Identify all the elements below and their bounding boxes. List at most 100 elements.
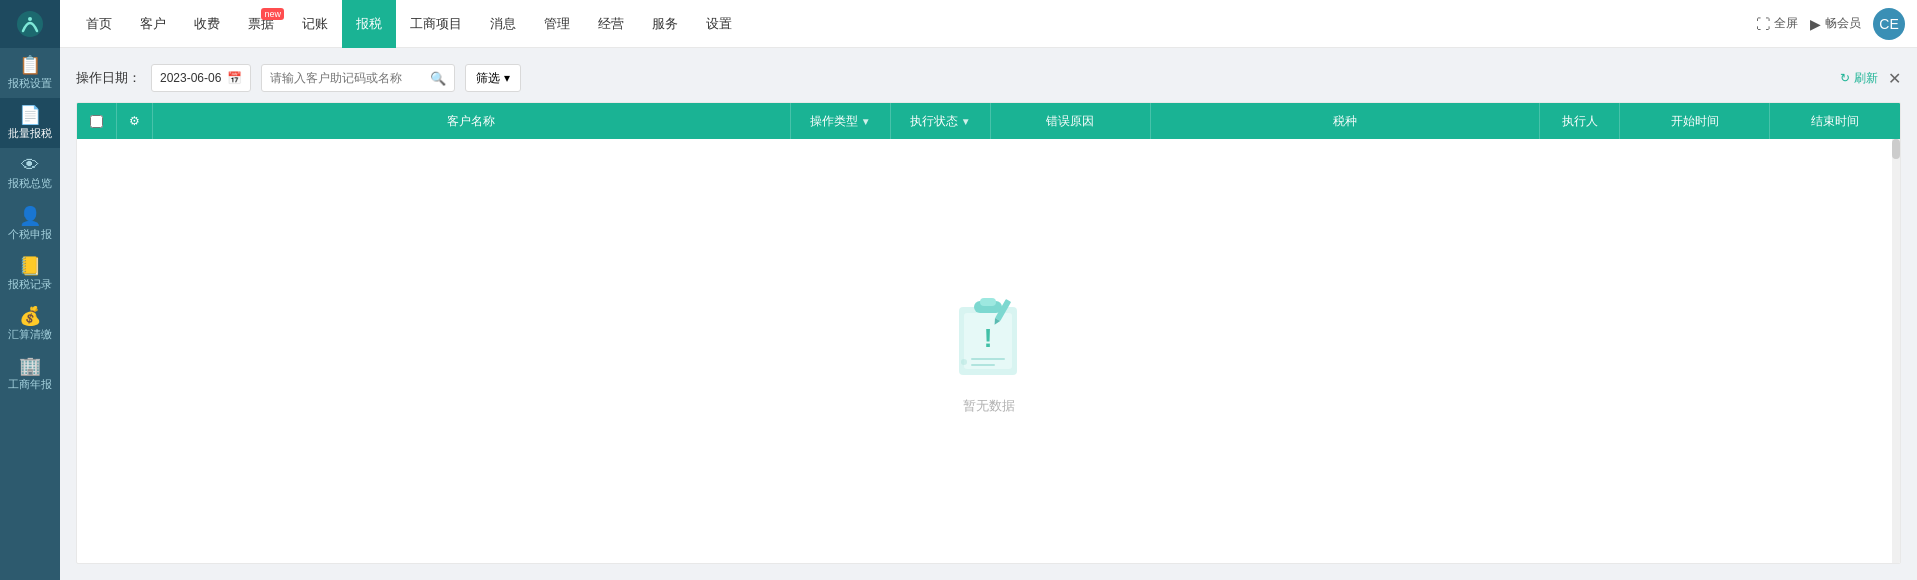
sidebar-item-baoshuizonglan[interactable]: 👁 报税总览: [0, 148, 60, 198]
scroll-bar[interactable]: [1892, 139, 1900, 563]
th-optype-label: 操作类型: [810, 113, 858, 130]
gear-icon: ⚙: [129, 114, 140, 128]
baoshuijilu-icon: 📒: [19, 257, 41, 275]
topnav-baoshui-label: 报税: [356, 15, 382, 33]
topnav-item-shoufei[interactable]: 收费: [180, 0, 234, 48]
th-taxtype-label: 税种: [1333, 113, 1357, 130]
member-button[interactable]: ▶ 畅会员: [1810, 15, 1861, 32]
date-value: 2023-06-06: [160, 71, 221, 85]
th-endtime-label: 结束时间: [1811, 113, 1859, 130]
date-picker[interactable]: 2023-06-06 📅: [151, 64, 251, 92]
th-status: 执行状态 ▼: [891, 103, 991, 139]
sidebar-item-geshuishenbao[interactable]: 👤 个税申报: [0, 199, 60, 249]
status-filter-icon[interactable]: ▼: [961, 116, 971, 127]
sidebar-item-baoshuijilu[interactable]: 📒 报税记录: [0, 249, 60, 299]
th-starttime-label: 开始时间: [1671, 113, 1719, 130]
sidebar: 📋 报税设置 📄 批量报税 👁 报税总览 👤 个税申报 📒 报税记录 💰 汇算清…: [0, 0, 60, 580]
sidebar-item-gongshangnianbaio[interactable]: 🏢 工商年报: [0, 349, 60, 399]
th-taxtype: 税种: [1151, 103, 1540, 139]
table-header: ⚙ 客户名称 操作类型 ▼ 执行状态 ▼ 错误原因 税种: [77, 103, 1900, 139]
date-label: 操作日期：: [76, 69, 141, 87]
sidebar-item-baoshuizonglan-label: 报税总览: [8, 177, 52, 190]
page-content: 操作日期： 2023-06-06 📅 🔍 筛选 ▾ ↻ 刷新 ✕: [60, 48, 1917, 580]
topnav-guanli-label: 管理: [544, 15, 570, 33]
new-badge: new: [261, 8, 284, 21]
topnav-item-xiaoxi[interactable]: 消息: [476, 0, 530, 48]
svg-text:!: !: [983, 323, 992, 353]
search-button[interactable]: 🔍: [422, 71, 454, 86]
topnav-jingying-label: 经营: [598, 15, 624, 33]
sidebar-item-piliangbaoshui[interactable]: 📄 批量报税: [0, 98, 60, 148]
search-box: 🔍: [261, 64, 455, 92]
sidebar-item-huisuanjiaona-label: 汇算清缴: [8, 328, 52, 341]
th-optype: 操作类型 ▼: [791, 103, 891, 139]
table-body: ! 暂无数据: [77, 139, 1900, 563]
toolbar: 操作日期： 2023-06-06 📅 🔍 筛选 ▾ ↻ 刷新 ✕: [76, 64, 1901, 92]
topnav-jiz-label: 记账: [302, 15, 328, 33]
close-button[interactable]: ✕: [1888, 69, 1901, 88]
th-starttime: 开始时间: [1620, 103, 1770, 139]
topnav-item-home[interactable]: 首页: [72, 0, 126, 48]
topnav-item-jingying[interactable]: 经营: [584, 0, 638, 48]
svg-point-1: [28, 17, 32, 21]
main-area: 首页 客户 收费 票据 new 记账 报税 工商项目 消息: [60, 0, 1917, 580]
svg-rect-5: [980, 298, 996, 306]
th-executor-label: 执行人: [1562, 113, 1598, 130]
select-all-checkbox[interactable]: [90, 115, 103, 128]
empty-illustration: !: [944, 287, 1034, 387]
topnav-item-customer[interactable]: 客户: [126, 0, 180, 48]
th-status-label: 执行状态: [910, 113, 958, 130]
svg-point-11: [961, 359, 967, 365]
search-input[interactable]: [262, 71, 422, 85]
sidebar-item-baoshuijilu-label: 报税记录: [8, 278, 52, 291]
th-endtime: 结束时间: [1770, 103, 1900, 139]
refresh-icon: ↻: [1840, 71, 1850, 85]
topnav-home-label: 首页: [86, 15, 112, 33]
chevron-down-icon: ▾: [504, 71, 510, 85]
th-error: 错误原因: [991, 103, 1151, 139]
topnav-gongshang-label: 工商项目: [410, 15, 462, 33]
sidebar-item-baoshui-shezhi-label: 报税设置: [8, 77, 52, 90]
th-checkbox[interactable]: [77, 103, 117, 139]
sidebar-item-gongshangnianbaio-label: 工商年报: [8, 378, 52, 391]
refresh-button[interactable]: ↻ 刷新: [1840, 70, 1878, 87]
scroll-thumb: [1892, 139, 1900, 159]
filter-label: 筛选: [476, 70, 500, 87]
table-wrapper: ⚙ 客户名称 操作类型 ▼ 执行状态 ▼ 错误原因 税种: [76, 102, 1901, 564]
th-error-label: 错误原因: [1046, 113, 1094, 130]
topnav: 首页 客户 收费 票据 new 记账 报税 工商项目 消息: [60, 0, 1917, 48]
sidebar-item-baoshui-shezhi[interactable]: 📋 报税设置: [0, 48, 60, 98]
empty-state: ! 暂无数据: [944, 287, 1034, 415]
calendar-icon: 📅: [227, 71, 242, 85]
topnav-shezhi-label: 设置: [706, 15, 732, 33]
sidebar-item-huisuanjiaona[interactable]: 💰 汇算清缴: [0, 299, 60, 349]
topnav-item-guanli[interactable]: 管理: [530, 0, 584, 48]
sidebar-item-geshuishenbao-label: 个税申报: [8, 228, 52, 241]
empty-text: 暂无数据: [963, 397, 1015, 415]
topnav-item-fuwu[interactable]: 服务: [638, 0, 692, 48]
member-icon: ▶: [1810, 16, 1821, 32]
topnav-item-baoshui[interactable]: 报税: [342, 0, 396, 48]
th-name-label: 客户名称: [447, 113, 495, 130]
topnav-fuwu-label: 服务: [652, 15, 678, 33]
sidebar-logo: [0, 0, 60, 48]
gongshangnianbaio-icon: 🏢: [19, 357, 41, 375]
topnav-item-shezhi[interactable]: 设置: [692, 0, 746, 48]
topnav-item-piao[interactable]: 票据 new: [234, 0, 288, 48]
geshuishenbao-icon: 👤: [19, 207, 41, 225]
topnav-item-gongshang[interactable]: 工商项目: [396, 0, 476, 48]
avatar[interactable]: CE: [1873, 8, 1905, 40]
optype-filter-icon[interactable]: ▼: [861, 116, 871, 127]
baoshuizonglan-icon: 👁: [21, 156, 39, 174]
fullscreen-button[interactable]: ⛶ 全屏: [1756, 15, 1798, 32]
filter-button[interactable]: 筛选 ▾: [465, 64, 521, 92]
refresh-label: 刷新: [1854, 70, 1878, 87]
member-label: 畅会员: [1825, 15, 1861, 32]
topnav-item-jiz[interactable]: 记账: [288, 0, 342, 48]
sidebar-item-piliangbaoshui-label: 批量报税: [8, 127, 52, 140]
th-executor: 执行人: [1540, 103, 1620, 139]
baoshui-shezhi-icon: 📋: [19, 56, 41, 74]
th-gear[interactable]: ⚙: [117, 103, 153, 139]
topnav-xiaoxi-label: 消息: [490, 15, 516, 33]
piliangbaoshui-icon: 📄: [19, 106, 41, 124]
